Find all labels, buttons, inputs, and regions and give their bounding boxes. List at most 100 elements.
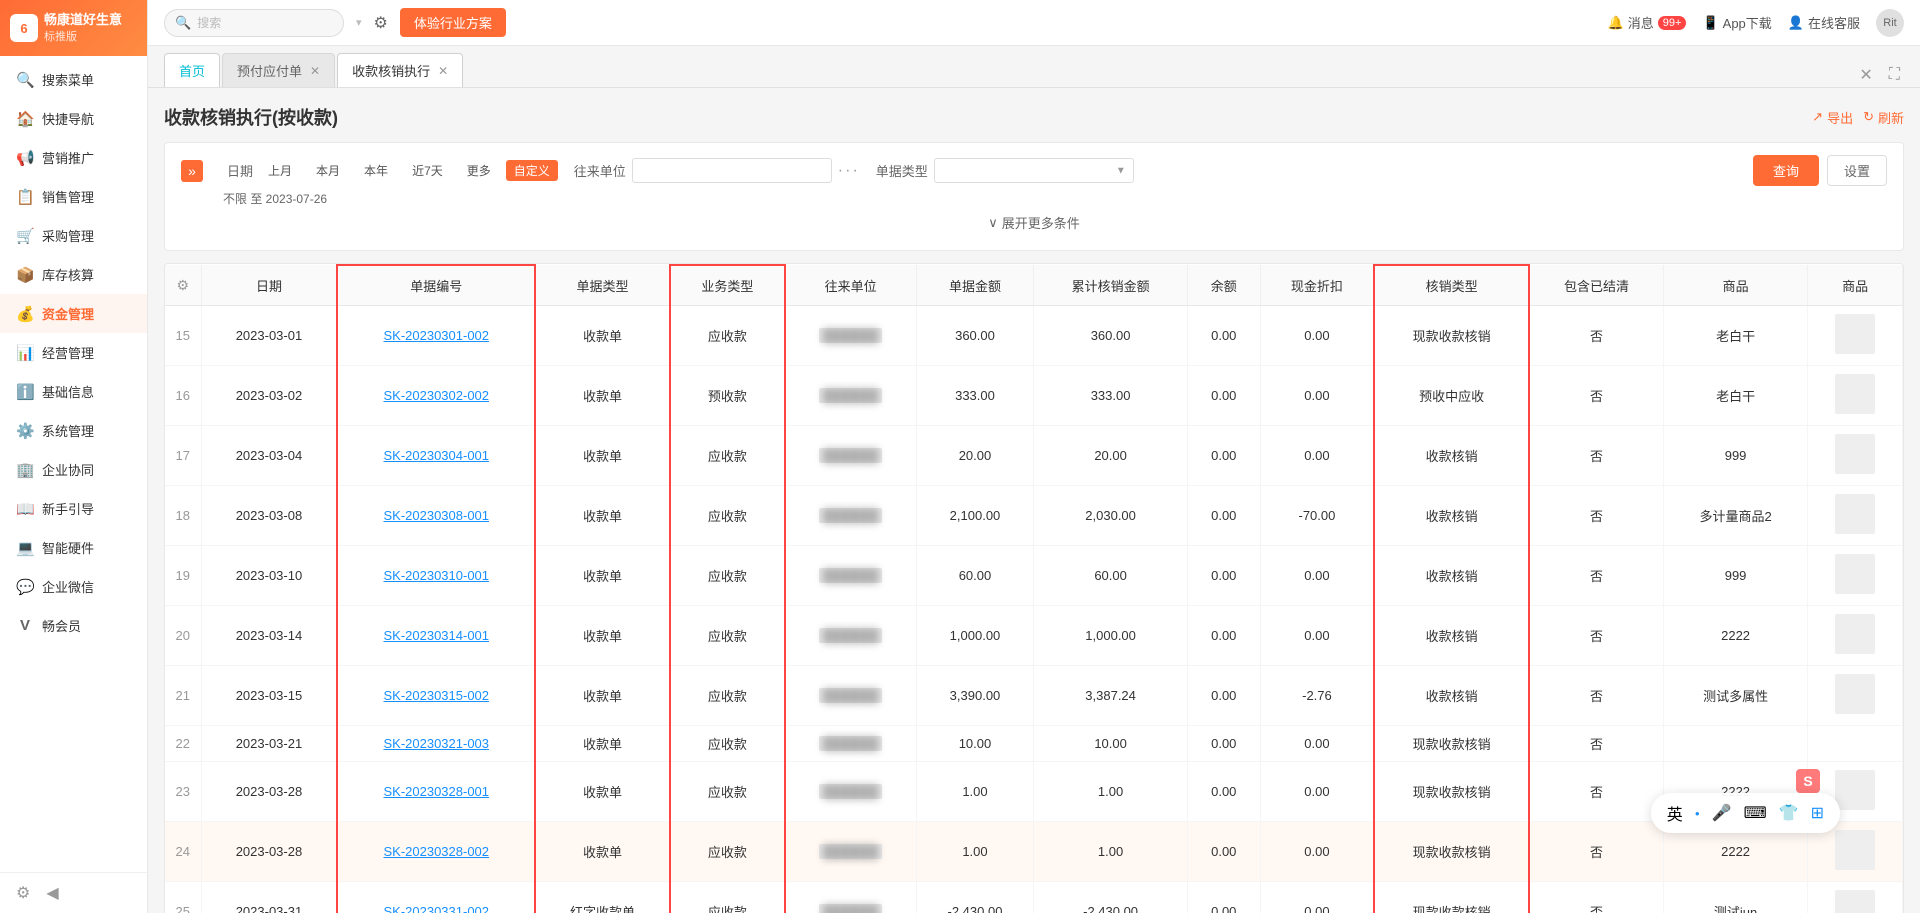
row-write-off-type: 现款收款核销 bbox=[1374, 882, 1529, 913]
sidebar-item-marketing[interactable]: 📢 营销推广 bbox=[0, 138, 147, 177]
filter-partner-input[interactable] bbox=[632, 158, 832, 183]
row-cash-discount: 0.00 bbox=[1260, 426, 1374, 486]
filter-partner-dots[interactable]: ··· bbox=[838, 162, 860, 180]
sales-icon: 📋 bbox=[16, 188, 34, 206]
row-balance: 0.00 bbox=[1187, 546, 1260, 606]
sidebar-item-purchase[interactable]: 🛒 采购管理 bbox=[0, 216, 147, 255]
float-icon-dot[interactable]: ● bbox=[1691, 807, 1704, 820]
row-write-off-type: 现款收款核销 bbox=[1374, 726, 1529, 762]
filter-date-more[interactable]: 更多 bbox=[458, 159, 500, 182]
row-balance: 0.00 bbox=[1187, 486, 1260, 546]
row-include-settled: 否 bbox=[1529, 882, 1663, 913]
row-no: 21 bbox=[165, 666, 201, 726]
row-include-settled: 否 bbox=[1529, 762, 1663, 822]
row-date: 2023-03-01 bbox=[201, 306, 337, 366]
tab-collection[interactable]: 收款核销执行 ✕ bbox=[337, 53, 463, 87]
filter-date-this-month[interactable]: 本月 bbox=[307, 159, 349, 182]
sidebar-item-inventory[interactable]: 📦 库存核算 bbox=[0, 255, 147, 294]
sidebar-item-finance[interactable]: 💰 资金管理 bbox=[0, 294, 147, 333]
search-bar[interactable]: 🔍 搜索 bbox=[164, 9, 344, 37]
sidebar-item-member[interactable]: V 畅会员 bbox=[0, 606, 147, 645]
filter-date-custom[interactable]: 自定义 bbox=[506, 160, 558, 181]
sidebar-logo: 6 畅康道好生意 标推版 bbox=[0, 0, 147, 56]
row-cumulative: 2,030.00 bbox=[1034, 486, 1187, 546]
industry-solution-button[interactable]: 体验行业方案 bbox=[400, 8, 506, 37]
sidebar-item-company[interactable]: 🏢 企业协同 bbox=[0, 450, 147, 489]
sidebar-item-quicknav[interactable]: 🏠 快捷导航 bbox=[0, 99, 147, 138]
row-voucher-no: SK-20230310-001 bbox=[337, 546, 535, 606]
row-biz-type: 应收款 bbox=[670, 546, 785, 606]
row-no: 19 bbox=[165, 546, 201, 606]
row-voucher-type: 收款单 bbox=[535, 366, 670, 426]
tab-close-prepay[interactable]: ✕ bbox=[310, 64, 320, 78]
filter-row-main: » 日期 上月 本月 本年 近7天 更多 自定义 往来单位 bbox=[181, 155, 1887, 186]
table-row: 22 2023-03-21 SK-20230321-003 收款单 应收款 ██… bbox=[165, 726, 1903, 762]
row-cumulative: 60.00 bbox=[1034, 546, 1187, 606]
inventory-icon: 📦 bbox=[16, 266, 34, 284]
filter-date-last-month[interactable]: 上月 bbox=[259, 159, 301, 182]
system-icon: ⚙️ bbox=[16, 422, 34, 440]
tabbar-actions: ✕ ⛶ bbox=[1855, 63, 1904, 87]
tab-close-collection[interactable]: ✕ bbox=[438, 64, 448, 78]
col-settings-header[interactable]: ⚙ bbox=[165, 265, 201, 306]
main-content: 🔍 搜索 ▾ ⚙ 体验行业方案 🔔 消息 99+ 📱 App下载 👤 在线客服 bbox=[148, 0, 1920, 913]
guide-icon: 📖 bbox=[16, 500, 34, 518]
float-icon-mic[interactable]: 🎤 bbox=[1708, 801, 1736, 825]
row-write-off-type: 现款收款核销 bbox=[1374, 762, 1529, 822]
sidebar-item-hardware[interactable]: 💻 智能硬件 bbox=[0, 528, 147, 567]
row-cash-discount: 0.00 bbox=[1260, 366, 1374, 426]
export-button[interactable]: ↗ 导出 bbox=[1812, 108, 1853, 127]
float-icon-shirt[interactable]: 👕 bbox=[1775, 801, 1803, 825]
close-all-tabs-icon[interactable]: ✕ bbox=[1855, 63, 1876, 87]
tab-home[interactable]: 首页 bbox=[164, 53, 220, 87]
row-cash-discount: 0.00 bbox=[1260, 606, 1374, 666]
row-write-off-type: 现款收款核销 bbox=[1374, 306, 1529, 366]
sidebar-item-basic[interactable]: ℹ️ 基础信息 bbox=[0, 372, 147, 411]
dropdown-selector[interactable]: ▾ bbox=[356, 16, 362, 29]
filter-date-7days[interactable]: 近7天 bbox=[403, 159, 452, 182]
refresh-button[interactable]: ↻ 刷新 bbox=[1863, 108, 1904, 127]
row-amount: 10.00 bbox=[916, 726, 1034, 762]
sidebar-item-guide[interactable]: 📖 新手引导 bbox=[0, 489, 147, 528]
table-row: 15 2023-03-01 SK-20230301-002 收款单 应收款 ██… bbox=[165, 306, 1903, 366]
row-voucher-no: SK-20230302-002 bbox=[337, 366, 535, 426]
row-cumulative: 20.00 bbox=[1034, 426, 1187, 486]
row-product2 bbox=[1808, 666, 1903, 726]
gear-icon[interactable]: ⚙ bbox=[374, 13, 388, 33]
sidebar-item-operation[interactable]: 📊 经营管理 bbox=[0, 333, 147, 372]
company-icon: 🏢 bbox=[16, 461, 34, 479]
row-include-settled: 否 bbox=[1529, 726, 1663, 762]
sidebar-item-sales[interactable]: 📋 销售管理 bbox=[0, 177, 147, 216]
row-voucher-no: SK-20230308-001 bbox=[337, 486, 535, 546]
row-voucher-no: SK-20230328-001 bbox=[337, 762, 535, 822]
tab-prepay[interactable]: 预付应付单 ✕ bbox=[222, 53, 335, 87]
sidebar-item-system[interactable]: ⚙️ 系统管理 bbox=[0, 411, 147, 450]
col-settings-icon[interactable]: ⚙ bbox=[176, 277, 189, 293]
tabbar: 首页 预付应付单 ✕ 收款核销执行 ✕ ✕ ⛶ bbox=[148, 46, 1920, 88]
sidebar-item-search[interactable]: 🔍 搜索菜单 bbox=[0, 60, 147, 99]
row-partner: ██████ bbox=[785, 822, 916, 882]
float-icon-keyboard[interactable]: ⌨ bbox=[1740, 801, 1771, 825]
expand-tabs-icon[interactable]: ⛶ bbox=[1885, 64, 1904, 86]
row-voucher-type: 收款单 bbox=[535, 666, 670, 726]
row-cumulative: 1.00 bbox=[1034, 762, 1187, 822]
query-button[interactable]: 查询 bbox=[1753, 155, 1819, 186]
filter-date-this-year[interactable]: 本年 bbox=[355, 159, 397, 182]
row-amount: 20.00 bbox=[916, 426, 1034, 486]
col-partner-header: 往来单位 bbox=[785, 265, 916, 306]
online-support-item[interactable]: 👤 在线客服 bbox=[1788, 13, 1860, 32]
filter-expand-btn[interactable]: ∨ 展开更多条件 bbox=[181, 207, 1887, 238]
avatar[interactable]: Rit bbox=[1876, 9, 1904, 37]
collapse-icon[interactable]: ◀ bbox=[46, 883, 58, 903]
app-download-item[interactable]: 📱 App下载 bbox=[1702, 13, 1771, 32]
notifications-item[interactable]: 🔔 消息 99+ bbox=[1608, 13, 1687, 32]
filter-toggle-btn[interactable]: » bbox=[181, 160, 203, 182]
row-partner: ██████ bbox=[785, 726, 916, 762]
settings-bottom-icon[interactable]: ⚙ bbox=[16, 883, 30, 903]
float-icon-grid[interactable]: ⊞ bbox=[1807, 801, 1828, 825]
filter-voucher-type-select[interactable] bbox=[934, 158, 1134, 183]
float-icon-ying[interactable]: 英 bbox=[1663, 799, 1687, 827]
sidebar-item-wechat[interactable]: 💬 企业微信 bbox=[0, 567, 147, 606]
row-product: 测试多属性 bbox=[1663, 666, 1808, 726]
settings-button[interactable]: 设置 bbox=[1827, 155, 1887, 186]
